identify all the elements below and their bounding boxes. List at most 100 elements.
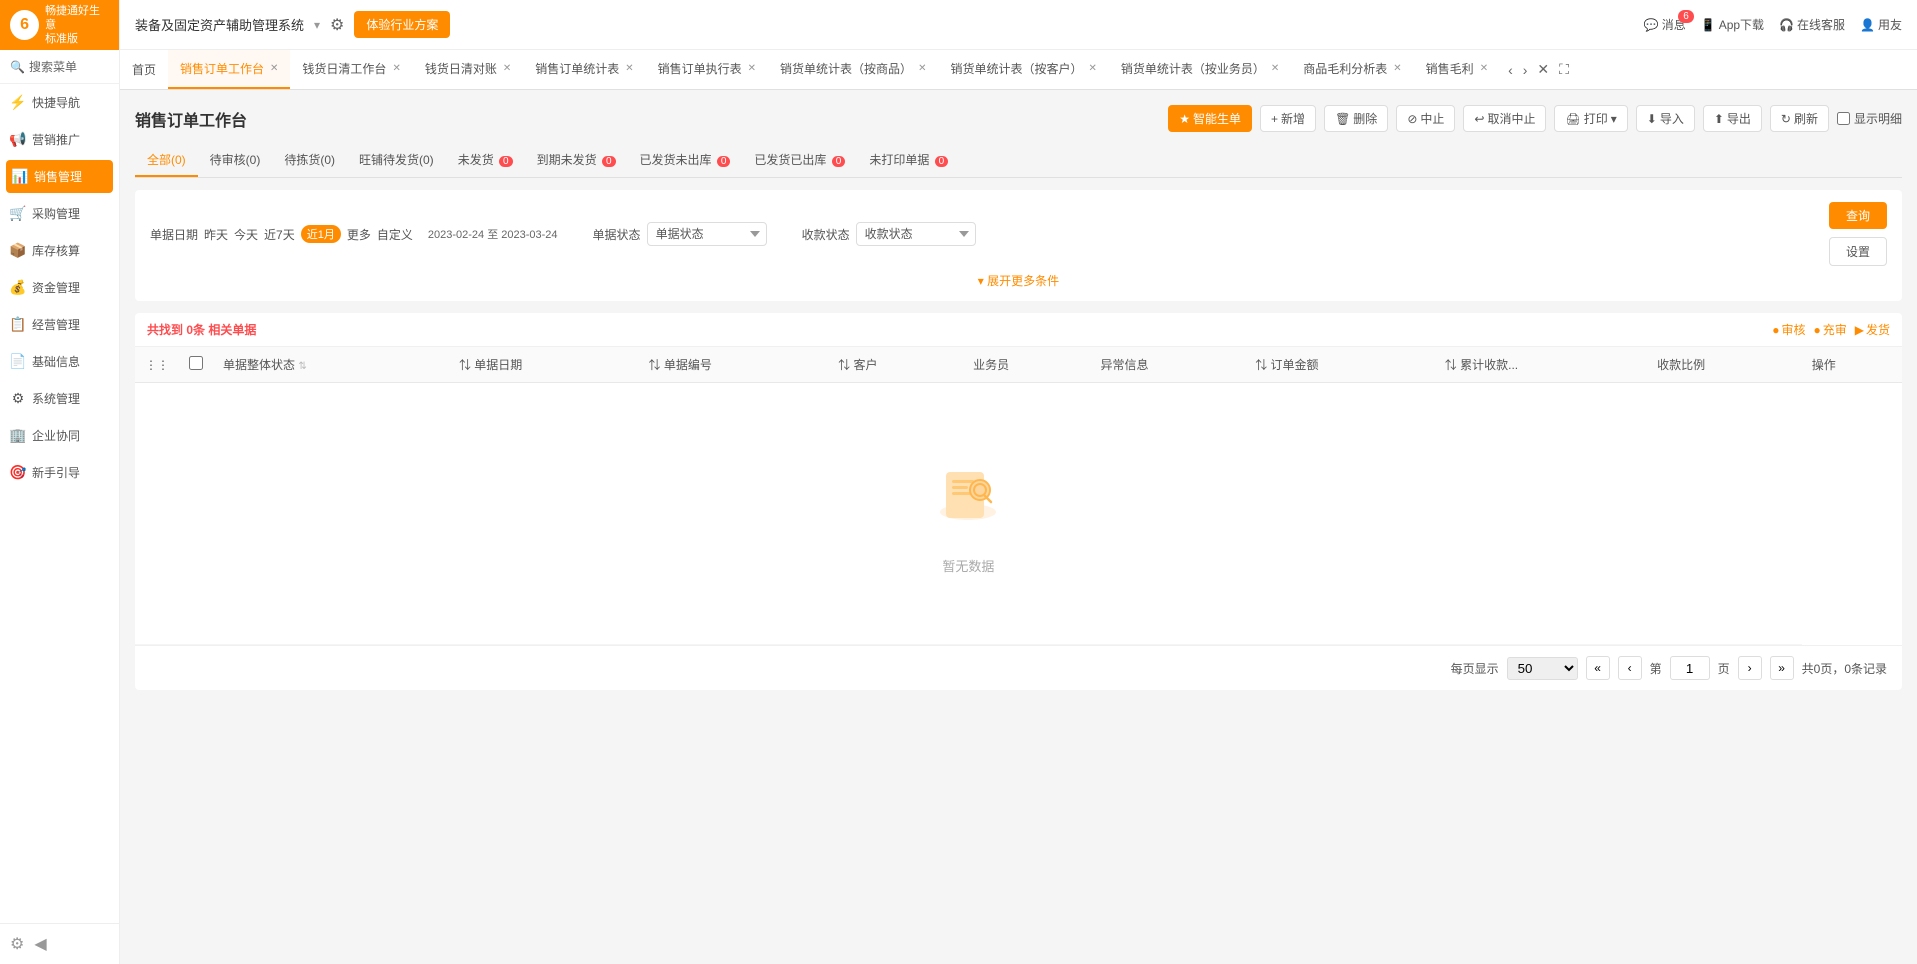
date-custom[interactable]: 自定义: [377, 226, 413, 243]
date-today[interactable]: 今天: [234, 226, 258, 243]
tab-goods-stats[interactable]: 销货单统计表（按商品） ✕: [768, 50, 938, 89]
tab-stats[interactable]: 销售订单统计表 ✕: [523, 50, 645, 89]
sort-icon[interactable]: ⇅: [459, 358, 471, 372]
empty-text: 暂无数据: [165, 556, 1772, 575]
plus-icon: +: [1271, 112, 1278, 126]
tab-prev-btn[interactable]: ‹: [1504, 60, 1517, 80]
sidebar-item-purchase[interactable]: 🛒 采购管理: [0, 195, 119, 232]
print-btn[interactable]: 🖨 打印 ▾: [1554, 105, 1627, 132]
filter-tab-sent-out[interactable]: 已发货已出库 0: [742, 144, 857, 177]
query-btn[interactable]: 查询: [1829, 202, 1887, 229]
sidebar-item-finance[interactable]: 💰 资金管理: [0, 269, 119, 306]
delete-btn[interactable]: 🗑 删除: [1324, 105, 1388, 132]
tab-close-reconcile[interactable]: ✕: [503, 63, 511, 74]
tab-close-stats[interactable]: ✕: [625, 63, 633, 74]
date-more[interactable]: 更多: [347, 226, 371, 243]
tab-daily-clear[interactable]: 钱货日清工作台 ✕: [290, 50, 412, 89]
filter-tab-wangpu[interactable]: 旺铺待发货(0): [347, 144, 446, 177]
date-filter-label: 单据日期: [150, 226, 198, 243]
filter-tab-pick[interactable]: 待拣货(0): [272, 144, 347, 177]
filter-tab-pending[interactable]: 待审核(0): [198, 144, 273, 177]
ship-btn[interactable]: ▶ 发货: [1855, 321, 1890, 338]
settings-icon[interactable]: ⚙: [330, 15, 344, 35]
tab-home[interactable]: 首页: [120, 51, 168, 88]
sidebar-item-sales[interactable]: 📊 销售管理: [6, 160, 113, 193]
smart-create-btn[interactable]: ★ 智能生单: [1168, 105, 1252, 132]
payment-filter-select[interactable]: 收款状态: [856, 222, 976, 246]
collapse-icon[interactable]: ◀: [34, 934, 46, 954]
show-detail-label[interactable]: 显示明细: [1837, 110, 1902, 127]
sort-icon[interactable]: ⇅: [838, 358, 850, 372]
sidebar-item-guide[interactable]: 🎯 新手引导: [0, 454, 119, 491]
cancel-stop-btn[interactable]: ↩ 取消中止: [1463, 105, 1546, 132]
tab-customer-stats[interactable]: 销货单统计表（按客户） ✕: [938, 50, 1108, 89]
tab-margin[interactable]: 商品毛利分析表 ✕: [1291, 50, 1413, 89]
tab-close-sales-margin[interactable]: ✕: [1480, 63, 1488, 74]
filter-setting-btn[interactable]: 设置: [1829, 237, 1887, 266]
tab-close-sales[interactable]: ✕: [270, 63, 278, 74]
sidebar-item-system[interactable]: ⚙ 系统管理: [0, 380, 119, 417]
page-input[interactable]: [1670, 656, 1710, 680]
sort-icon[interactable]: ⇅: [1445, 358, 1457, 372]
sidebar-search[interactable]: 🔍 搜索菜单: [0, 50, 119, 84]
sort-icon[interactable]: ⇅: [1255, 358, 1267, 372]
filter-tab-sent-not-out[interactable]: 已发货未出库 0: [628, 144, 743, 177]
filter-tab-all[interactable]: 全部(0): [135, 144, 198, 177]
date-7days[interactable]: 近7天: [264, 226, 295, 243]
export-btn[interactable]: ⬆ 导出: [1703, 105, 1762, 132]
review-btn[interactable]: ● 审核: [1772, 321, 1805, 338]
sidebar-item-operation[interactable]: 📋 经营管理: [0, 306, 119, 343]
page-header: 销售订单工作台 ★ 智能生单 + 新增 🗑 删除 ⊘ 中止: [135, 105, 1902, 132]
user-action[interactable]: 👤 用友: [1860, 16, 1902, 33]
tab-sales-order[interactable]: 销售订单工作台 ✕: [168, 50, 290, 89]
settings-footer-icon[interactable]: ⚙: [10, 934, 24, 954]
dropdown-icon[interactable]: ▾: [314, 18, 320, 32]
unreview-btn[interactable]: ● 充审: [1813, 321, 1846, 338]
filter-tab-unprinted[interactable]: 未打印单据 0: [857, 144, 960, 177]
show-detail-checkbox[interactable]: [1837, 112, 1850, 125]
filter-tab-unsent[interactable]: 未发货 0: [446, 144, 525, 177]
tab-close-execute[interactable]: ✕: [748, 63, 756, 74]
tab-close-all-btn[interactable]: ✕: [1533, 59, 1553, 80]
select-all-checkbox[interactable]: [189, 356, 203, 370]
app-download-action[interactable]: 📱 App下载: [1701, 16, 1764, 33]
tab-execute[interactable]: 销售订单执行表 ✕: [646, 50, 768, 89]
sort-icon[interactable]: ⇅: [649, 358, 661, 372]
print-icon: 🖨: [1565, 112, 1580, 126]
sidebar-item-basic[interactable]: 📄 基础信息: [0, 343, 119, 380]
sort-status-icon[interactable]: ⇅: [298, 361, 306, 372]
tab-staff-stats[interactable]: 销货单统计表（按业务员） ✕: [1109, 50, 1291, 89]
date-1month[interactable]: 近1月: [301, 225, 341, 243]
last-page-btn[interactable]: »: [1770, 656, 1794, 680]
page-size-select[interactable]: 50 10 20 100: [1507, 657, 1578, 680]
add-btn[interactable]: + 新增: [1260, 105, 1316, 132]
filter-tab-expired[interactable]: 到期未发货 0: [525, 144, 628, 177]
tab-fullscreen-btn[interactable]: ⛶: [1555, 59, 1573, 80]
prev-page-btn[interactable]: ‹: [1618, 656, 1642, 680]
first-page-btn[interactable]: «: [1586, 656, 1610, 680]
date-yesterday[interactable]: 昨天: [204, 226, 228, 243]
stop-btn[interactable]: ⊘ 中止: [1396, 105, 1455, 132]
tab-reconcile[interactable]: 钱货日清对账 ✕: [413, 50, 523, 89]
sidebar-item-marketing[interactable]: 📢 营销推广: [0, 121, 119, 158]
tab-close-margin[interactable]: ✕: [1393, 63, 1401, 74]
refresh-btn[interactable]: ↻ 刷新: [1770, 105, 1829, 132]
sidebar-item-quick-nav[interactable]: ⚡ 快捷导航: [0, 84, 119, 121]
import-icon: ⬇: [1647, 112, 1657, 126]
tab-close-daily[interactable]: ✕: [392, 63, 400, 74]
message-action[interactable]: 💬 消息 6: [1644, 16, 1686, 33]
expand-more-btn[interactable]: ▾ 展开更多条件: [150, 272, 1887, 289]
tab-next-btn[interactable]: ›: [1519, 60, 1532, 80]
col-checkbox[interactable]: [179, 347, 213, 383]
tab-close-goods[interactable]: ✕: [918, 63, 926, 74]
tab-close-staff[interactable]: ✕: [1271, 63, 1279, 74]
import-btn[interactable]: ⬇ 导入: [1636, 105, 1695, 132]
tab-close-customer[interactable]: ✕: [1088, 63, 1096, 74]
online-service-action[interactable]: 🎧 在线客服: [1779, 16, 1845, 33]
industry-btn[interactable]: 体验行业方案: [354, 11, 450, 38]
status-filter-select[interactable]: 单据状态: [647, 222, 767, 246]
tab-sales-margin[interactable]: 销售毛利 ✕: [1414, 50, 1500, 89]
sidebar-item-enterprise[interactable]: 🏢 企业协同: [0, 417, 119, 454]
next-page-btn[interactable]: ›: [1738, 656, 1762, 680]
sidebar-item-inventory[interactable]: 📦 库存核算: [0, 232, 119, 269]
